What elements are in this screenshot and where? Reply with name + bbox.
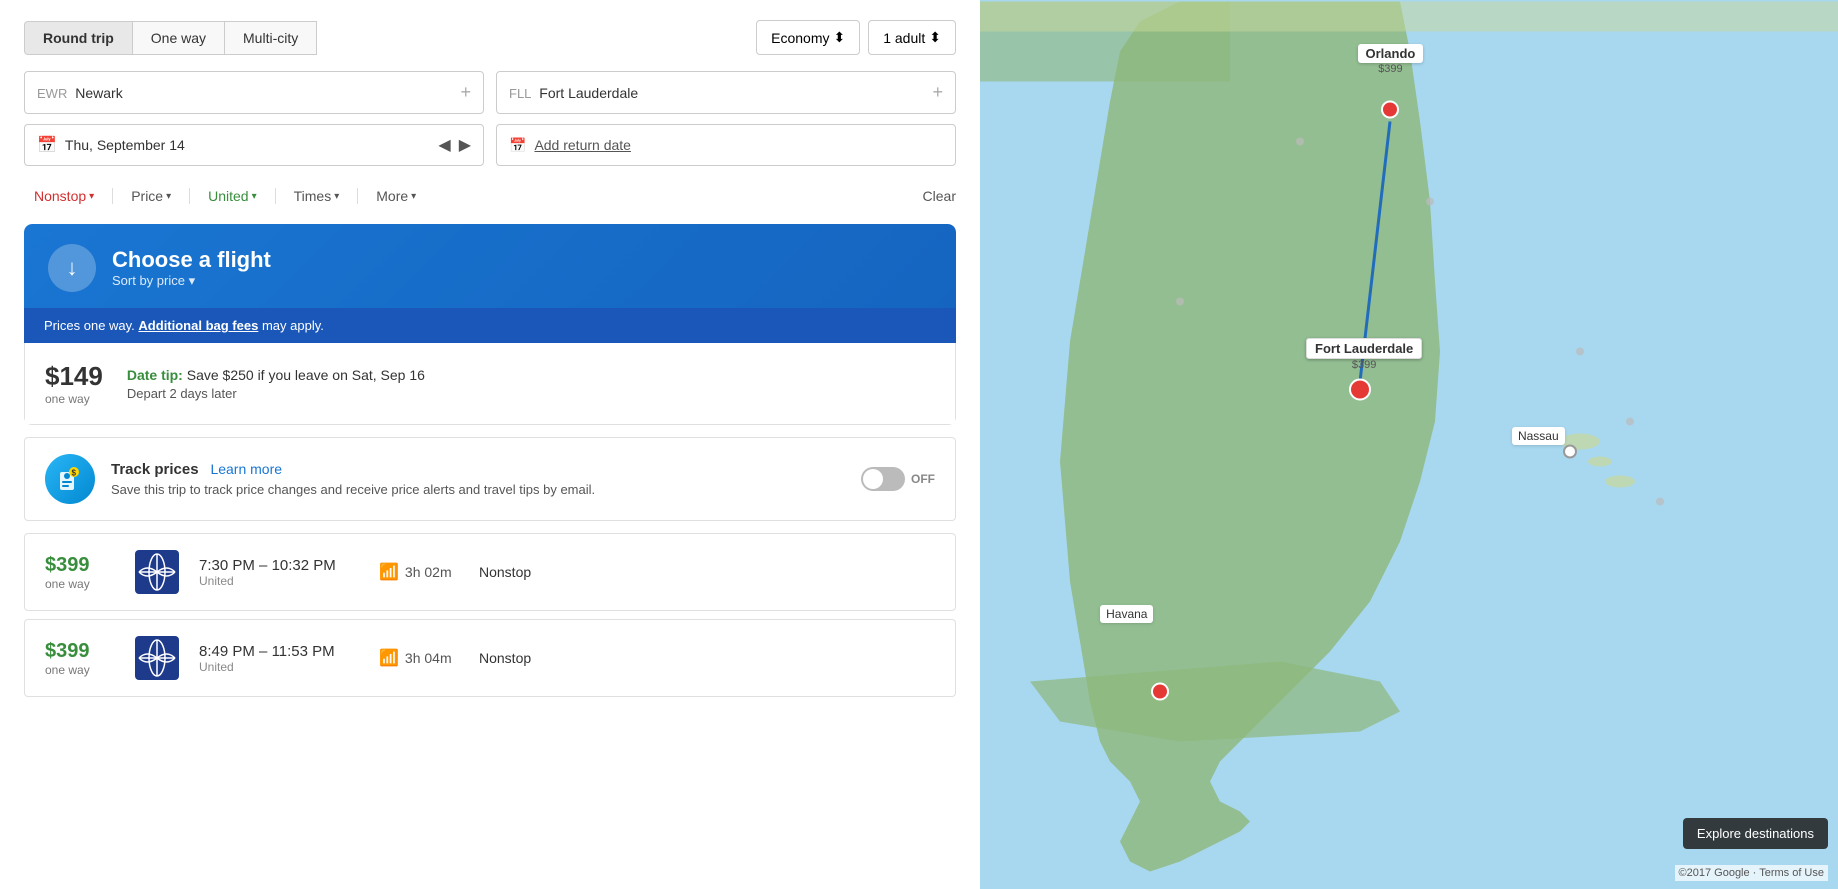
destination-code: FLL	[509, 86, 531, 101]
flight-stops: Nonstop	[479, 650, 559, 666]
nonstop-filter[interactable]: Nonstop ▾	[24, 184, 104, 208]
track-prices-title: Track prices	[111, 461, 199, 478]
map-svg	[980, 0, 1838, 889]
filter-divider	[189, 188, 190, 204]
orlando-price: $399	[1378, 63, 1402, 75]
wifi-icon: 📶	[379, 648, 399, 668]
track-prices-desc: Save this trip to track price changes an…	[111, 482, 595, 497]
destination-input[interactable]: FLL Fort Lauderdale +	[496, 71, 956, 114]
bag-fees-link[interactable]: Additional bag fees	[138, 318, 258, 333]
flight-card-2[interactable]: $399 one way 8:49 PM – 11:53 PM United	[24, 619, 956, 697]
chevron-down-icon: ▾	[89, 191, 94, 202]
flight-airline: United	[199, 574, 359, 588]
filter-row: Nonstop ▾ Price ▾ United ▾ Times ▾ More …	[24, 184, 956, 208]
track-prices-card: $ Track prices Learn more Save this trip…	[24, 437, 956, 521]
round-trip-button[interactable]: Round trip	[24, 21, 133, 55]
clear-filters-button[interactable]: Clear	[923, 188, 956, 204]
fort-lauderdale-price: $399	[1352, 359, 1376, 371]
results-container: ↓ Choose a flight Sort by price ▾ Prices…	[24, 224, 956, 425]
depart-date-input[interactable]: 📅 Thu, September 14 ◀ ▶	[24, 124, 484, 166]
choose-flight-title: Choose a flight	[112, 247, 271, 273]
filter-divider	[112, 188, 113, 204]
svg-text:$: $	[72, 469, 77, 478]
flight-price: $399	[45, 640, 115, 663]
flight-stops: Nonstop	[479, 564, 559, 580]
return-date-input[interactable]: 📅 Add return date	[496, 124, 956, 166]
more-filter[interactable]: More ▾	[366, 184, 426, 208]
fort-lauderdale-pin[interactable]: Fort Lauderdale $399	[1306, 338, 1422, 371]
map-panel: Orlando $399 Fort Lauderdale $399 Nassau…	[980, 0, 1838, 889]
nassau-label: Nassau	[1512, 427, 1565, 445]
chevron-down-icon: ▾	[189, 273, 196, 288]
chevron-down-icon: ⬍	[929, 29, 941, 46]
explore-destinations-button[interactable]: Explore destinations	[1683, 818, 1828, 849]
date-tip-price: $149	[45, 361, 103, 392]
toggle-state-label: OFF	[911, 472, 935, 486]
havana-pin[interactable]: Havana	[1100, 605, 1153, 623]
orlando-label: Orlando	[1358, 44, 1424, 63]
flight-duration: 3h 02m	[405, 564, 452, 580]
times-filter[interactable]: Times ▾	[284, 184, 350, 208]
destination-name: Fort Lauderdale	[539, 85, 638, 101]
next-date-button[interactable]: ▶	[459, 135, 471, 155]
flight-time-range: 8:49 PM – 11:53 PM	[199, 643, 359, 660]
choose-flight-banner: ↓ Choose a flight Sort by price ▾	[24, 224, 956, 308]
map-copyright: ©2017 Google · Terms of Use	[1675, 865, 1828, 881]
map-container[interactable]: Orlando $399 Fort Lauderdale $399 Nassau…	[980, 0, 1838, 889]
flight-time-range: 7:30 PM – 10:32 PM	[199, 557, 359, 574]
return-date-placeholder: Add return date	[534, 137, 631, 153]
fort-lauderdale-label: Fort Lauderdale	[1306, 338, 1422, 359]
prices-note: Prices one way. Additional bag fees may …	[24, 308, 956, 343]
flight-one-way: one way	[45, 663, 115, 677]
flight-card-1[interactable]: $399 one way 7:30 PM – 10:32 PM United	[24, 533, 956, 611]
wifi-icon: 📶	[379, 562, 399, 582]
cabin-class-select[interactable]: Economy ⬍	[756, 20, 860, 55]
airline-filter[interactable]: United ▾	[198, 184, 267, 208]
price-filter[interactable]: Price ▾	[121, 184, 181, 208]
calendar-icon: 📅	[509, 137, 526, 154]
depart-date-label: Thu, September 14	[65, 137, 185, 153]
date-tip-title: Date tip:	[127, 367, 183, 383]
airport-row: EWR Newark + FLL Fort Lauderdale +	[24, 71, 956, 114]
one-way-button[interactable]: One way	[133, 21, 225, 55]
filter-divider	[275, 188, 276, 204]
havana-label: Havana	[1100, 605, 1153, 623]
flight-duration: 3h 04m	[405, 650, 452, 666]
calendar-icon: 📅	[37, 135, 57, 155]
wifi-block: 📶 3h 04m	[379, 648, 459, 668]
airline-logo-united	[135, 550, 179, 594]
chevron-down-icon: ▾	[411, 191, 416, 202]
sort-by-label[interactable]: Sort by price ▾	[112, 273, 271, 289]
orlando-pin[interactable]: Orlando $399	[1358, 44, 1424, 75]
date-tip-card: $149 one way Date tip: Save $250 if you …	[24, 343, 956, 425]
track-toggle-container: OFF	[861, 467, 935, 491]
multi-city-button[interactable]: Multi-city	[225, 21, 317, 55]
origin-name: Newark	[75, 85, 122, 101]
destination-add-button[interactable]: +	[932, 82, 943, 103]
chevron-down-icon: ▾	[252, 191, 257, 202]
prev-date-button[interactable]: ◀	[438, 135, 450, 155]
chevron-down-icon: ▾	[166, 191, 171, 202]
nassau-pin[interactable]: Nassau	[1512, 427, 1565, 445]
flight-airline: United	[199, 660, 359, 674]
date-tip-one-way: one way	[45, 392, 103, 406]
passengers-select[interactable]: 1 adult ⬍	[868, 20, 956, 55]
date-row: 📅 Thu, September 14 ◀ ▶ 📅 Add return dat…	[24, 124, 956, 166]
flight-price: $399	[45, 554, 115, 577]
track-icon: $	[45, 454, 95, 504]
track-prices-toggle[interactable]	[861, 467, 905, 491]
date-tip-text: Save $250 if you leave on Sat, Sep 16	[187, 367, 425, 383]
chevron-down-icon: ⬍	[833, 29, 845, 46]
learn-more-link[interactable]: Learn more	[210, 461, 282, 477]
origin-input[interactable]: EWR Newark +	[24, 71, 484, 114]
flight-one-way: one way	[45, 577, 115, 591]
origin-add-button[interactable]: +	[460, 82, 471, 103]
chevron-down-icon: ▾	[334, 191, 339, 202]
airline-logo-united	[135, 636, 179, 680]
wifi-block: 📶 3h 02m	[379, 562, 459, 582]
origin-code: EWR	[37, 86, 67, 101]
date-tip-sub: Depart 2 days later	[127, 386, 425, 401]
sort-icon: ↓	[48, 244, 96, 292]
filter-divider	[357, 188, 358, 204]
